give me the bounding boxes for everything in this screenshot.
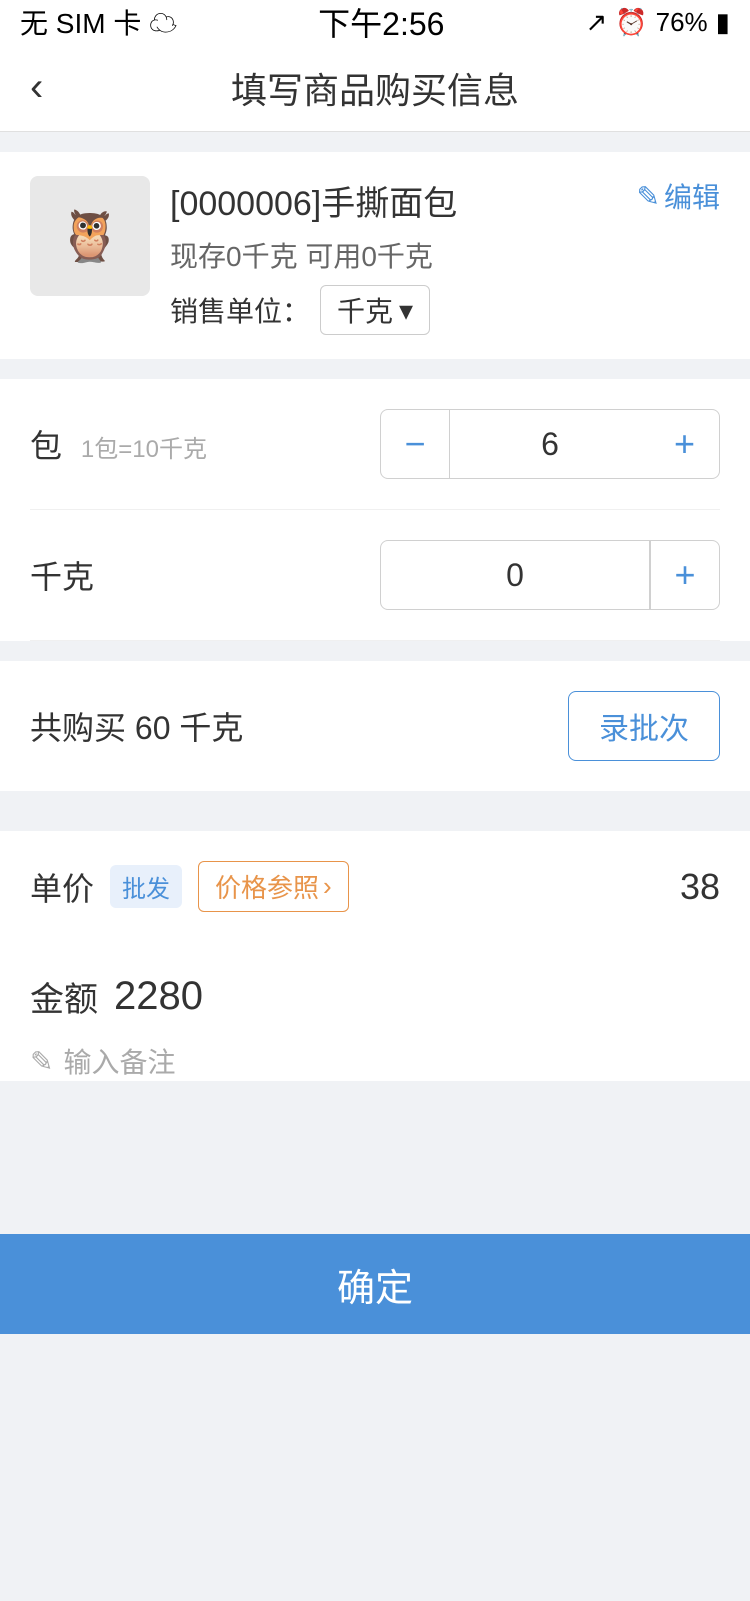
product-header: [0000006]手撕面包 ✎ 编辑 bbox=[170, 176, 720, 225]
product-unit: 销售单位： 千克 ▾ bbox=[170, 285, 720, 335]
edit-icon: ✎ bbox=[637, 180, 660, 213]
price-row: 单价 批发 价格参照 › 38 bbox=[30, 861, 720, 912]
product-stock: 现存0千克 可用0千克 bbox=[170, 235, 720, 275]
bag-hint: 1包=10千克 bbox=[81, 436, 207, 463]
bag-minus-button[interactable]: − bbox=[380, 409, 450, 479]
batch-button[interactable]: 录批次 bbox=[568, 691, 720, 761]
unit-select[interactable]: 千克 ▾ bbox=[320, 285, 430, 335]
kg-label-group: 千克 bbox=[30, 552, 94, 598]
batch-tag: 批发 bbox=[110, 865, 182, 908]
price-ref-label: 价格参照 bbox=[215, 868, 319, 905]
price-section: 单价 批发 价格参照 › 38 bbox=[0, 831, 750, 942]
bag-quantity-row: 包 1包=10千克 − + bbox=[30, 379, 720, 510]
price-ref-chevron-icon: › bbox=[323, 871, 332, 902]
edit-label: 编辑 bbox=[664, 176, 720, 216]
bag-quantity-input[interactable] bbox=[450, 409, 650, 479]
amount-row: 金额 2280 bbox=[30, 972, 720, 1021]
unit-chevron-icon: ▾ bbox=[399, 294, 413, 327]
bottom-spacer bbox=[0, 1481, 750, 1601]
sim-status: 无 SIM 卡 ☁ bbox=[20, 2, 177, 42]
nav-bar: ‹ 填写商品购买信息 bbox=[0, 44, 750, 132]
confirm-button-label: 确定 bbox=[337, 1257, 413, 1312]
bag-quantity-controls: − + bbox=[380, 409, 720, 479]
summary-text: 共购买 60 千克 bbox=[30, 703, 243, 749]
product-name: [0000006]手撕面包 bbox=[170, 176, 637, 225]
amount-wrapper: 金额 2280 ✎ 输入备注 bbox=[0, 942, 750, 1081]
price-value: 38 bbox=[680, 866, 720, 908]
status-right: ↗ ⏰ 76% ▮ bbox=[585, 7, 730, 38]
bag-plus-button[interactable]: + bbox=[650, 409, 720, 479]
product-logo-icon: 🦉 bbox=[59, 207, 121, 266]
confirm-button[interactable]: 确定 bbox=[0, 1234, 750, 1334]
summary-section: 共购买 60 千克 录批次 bbox=[0, 661, 750, 791]
kg-quantity-controls: + bbox=[380, 540, 720, 610]
divider-1 bbox=[0, 359, 750, 379]
bag-label-group: 包 1包=10千克 bbox=[30, 421, 207, 467]
price-ref-button[interactable]: 价格参照 › bbox=[198, 861, 349, 912]
quantity-section: 包 1包=10千克 − + 千克 + bbox=[0, 379, 750, 641]
kg-quantity-row: 千克 + bbox=[30, 510, 720, 641]
edit-button[interactable]: ✎ 编辑 bbox=[637, 176, 720, 216]
kg-plus-button[interactable]: + bbox=[650, 540, 720, 610]
page-title: 填写商品购买信息 bbox=[231, 62, 519, 114]
note-row[interactable]: ✎ 输入备注 bbox=[30, 1041, 720, 1081]
alarm-icon: ⏰ bbox=[615, 7, 647, 38]
kg-label: 千克 bbox=[30, 559, 94, 595]
status-bar: 无 SIM 卡 ☁ 下午2:56 ↗ ⏰ 76% ▮ bbox=[0, 0, 750, 44]
divider-2 bbox=[0, 791, 750, 811]
product-card: 🦉 [0000006]手撕面包 ✎ 编辑 现存0千克 可用0千克 销售单位： 千… bbox=[0, 152, 750, 359]
battery-level: 76% bbox=[656, 7, 708, 38]
unit-value: 千克 bbox=[337, 290, 393, 330]
amount-label: 金额 bbox=[30, 972, 98, 1021]
battery-icon: ▮ bbox=[716, 7, 730, 38]
product-image: 🦉 bbox=[30, 176, 150, 296]
product-info: [0000006]手撕面包 ✎ 编辑 现存0千克 可用0千克 销售单位： 千克 … bbox=[170, 176, 720, 335]
location-icon: ↗ bbox=[585, 7, 607, 38]
note-placeholder: 输入备注 bbox=[63, 1041, 175, 1081]
unit-label: 销售单位： bbox=[170, 290, 310, 330]
note-edit-icon: ✎ bbox=[30, 1045, 53, 1078]
bag-label: 包 bbox=[30, 428, 62, 464]
back-button[interactable]: ‹ bbox=[30, 65, 43, 110]
status-time: 下午2:56 bbox=[318, 0, 444, 45]
price-label: 单价 bbox=[30, 864, 94, 910]
status-left: 无 SIM 卡 ☁ bbox=[20, 2, 177, 42]
kg-quantity-input[interactable] bbox=[380, 540, 650, 610]
amount-value: 2280 bbox=[114, 974, 203, 1019]
